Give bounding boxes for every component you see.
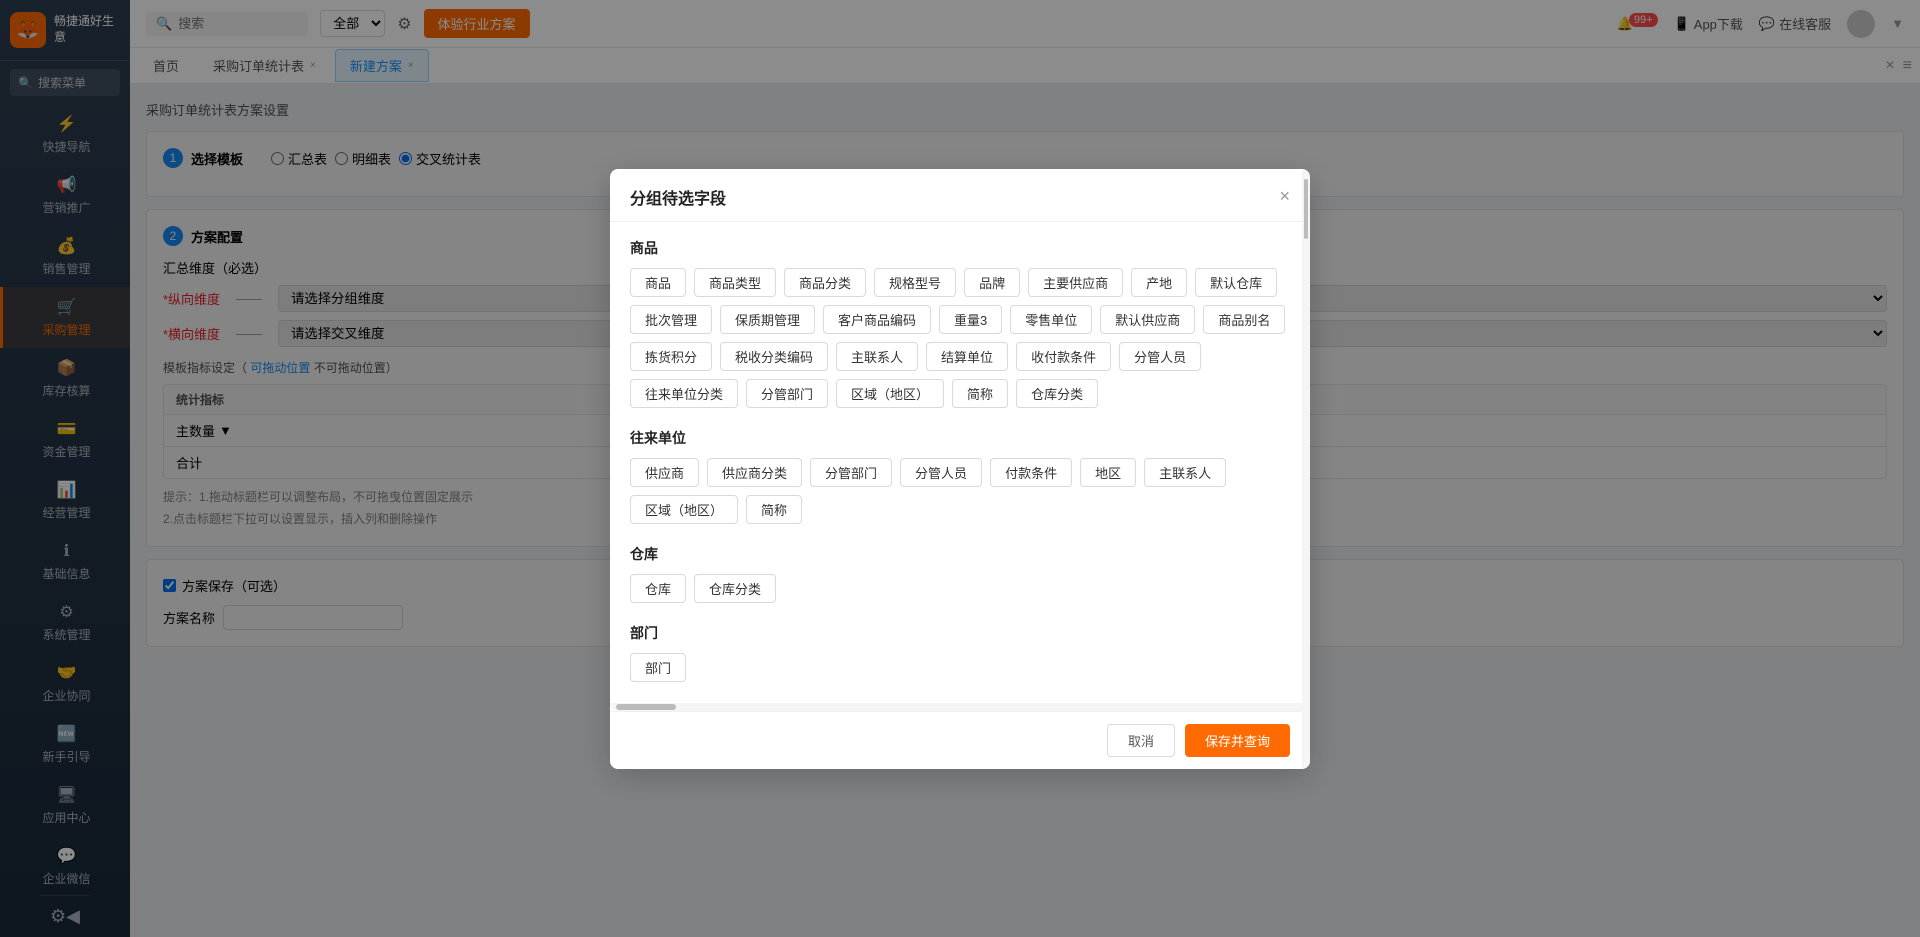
field-tag[interactable]: 仓库分类	[1016, 379, 1098, 408]
field-tag[interactable]: 主联系人	[836, 342, 918, 371]
field-tag[interactable]: 分管人员	[900, 458, 982, 487]
field-tag[interactable]: 商品别名	[1203, 305, 1285, 334]
modal-hscroll[interactable]	[610, 703, 1310, 710]
field-tag[interactable]: 主要供应商	[1028, 268, 1123, 297]
field-group-department: 部门 部门	[630, 623, 1290, 682]
field-tag[interactable]: 区域（地区）	[836, 379, 944, 408]
modal-cancel-button[interactable]: 取消	[1107, 724, 1175, 757]
field-tag[interactable]: 往来单位分类	[630, 379, 738, 408]
modal-close-button[interactable]: ×	[1279, 186, 1290, 207]
field-tag[interactable]: 批次管理	[630, 305, 712, 334]
modal-footer: 取消 保存并查询	[610, 711, 1310, 769]
field-tag[interactable]: 规格型号	[874, 268, 956, 297]
field-tag[interactable]: 默认仓库	[1195, 268, 1277, 297]
field-tag[interactable]: 部门	[630, 653, 686, 682]
modal-overlay: 分组待选字段 × 商品 商品 商品类型 商品分类 规格型号 品牌 主要供应商 产…	[0, 0, 1920, 937]
field-tag[interactable]: 商品类型	[694, 268, 776, 297]
field-group-warehouse-title: 仓库	[630, 544, 1290, 564]
field-tag[interactable]: 主联系人	[1144, 458, 1226, 487]
field-tag[interactable]: 重量3	[939, 305, 1002, 334]
field-tag[interactable]: 零售单位	[1010, 305, 1092, 334]
field-tag[interactable]: 区域（地区）	[630, 495, 738, 524]
field-tag[interactable]: 结算单位	[926, 342, 1008, 371]
field-tag[interactable]: 简称	[952, 379, 1008, 408]
field-tags-partner: 供应商 供应商分类 分管部门 分管人员 付款条件 地区 主联系人 区域（地区） …	[630, 458, 1290, 524]
field-group-warehouse: 仓库 仓库 仓库分类	[630, 544, 1290, 603]
modal-hscroll-thumb	[616, 704, 676, 710]
field-tag[interactable]: 默认供应商	[1100, 305, 1195, 334]
field-tag[interactable]: 地区	[1080, 458, 1136, 487]
field-tag[interactable]: 付款条件	[990, 458, 1072, 487]
field-tag[interactable]: 品牌	[964, 268, 1020, 297]
modal-title: 分组待选字段	[630, 185, 726, 209]
field-tag[interactable]: 简称	[746, 495, 802, 524]
modal-header: 分组待选字段 ×	[610, 169, 1310, 222]
field-tag[interactable]: 分管部门	[810, 458, 892, 487]
field-group-partner: 往来单位 供应商 供应商分类 分管部门 分管人员 付款条件 地区 主联系人 区域…	[630, 428, 1290, 524]
field-group-product-title: 商品	[630, 238, 1290, 258]
field-tag[interactable]: 商品	[630, 268, 686, 297]
modal-vscroll-thumb	[1304, 179, 1308, 239]
field-tags-warehouse: 仓库 仓库分类	[630, 574, 1290, 603]
field-tag[interactable]: 保质期管理	[720, 305, 815, 334]
field-tag[interactable]: 收付款条件	[1016, 342, 1111, 371]
field-tag[interactable]: 拣货积分	[630, 342, 712, 371]
field-tag[interactable]: 供应商	[630, 458, 699, 487]
field-tags-department: 部门	[630, 653, 1290, 682]
modal-confirm-button[interactable]: 保存并查询	[1185, 724, 1290, 757]
field-tag[interactable]: 分管人员	[1119, 342, 1201, 371]
field-group-product: 商品 商品 商品类型 商品分类 规格型号 品牌 主要供应商 产地 默认仓库 批次…	[630, 238, 1290, 408]
field-group-department-title: 部门	[630, 623, 1290, 643]
field-group-partner-title: 往来单位	[630, 428, 1290, 448]
modal-body: 商品 商品 商品类型 商品分类 规格型号 品牌 主要供应商 产地 默认仓库 批次…	[610, 222, 1310, 704]
modal: 分组待选字段 × 商品 商品 商品类型 商品分类 规格型号 品牌 主要供应商 产…	[610, 169, 1310, 769]
field-tag[interactable]: 税收分类编码	[720, 342, 828, 371]
modal-vscroll-track[interactable]	[1302, 169, 1310, 769]
field-tag[interactable]: 分管部门	[746, 379, 828, 408]
field-tag[interactable]: 客户商品编码	[823, 305, 931, 334]
field-tags-product: 商品 商品类型 商品分类 规格型号 品牌 主要供应商 产地 默认仓库 批次管理 …	[630, 268, 1290, 408]
field-tag[interactable]: 商品分类	[784, 268, 866, 297]
field-tag[interactable]: 产地	[1131, 268, 1187, 297]
field-tag[interactable]: 供应商分类	[707, 458, 802, 487]
field-tag[interactable]: 仓库分类	[694, 574, 776, 603]
field-tag[interactable]: 仓库	[630, 574, 686, 603]
